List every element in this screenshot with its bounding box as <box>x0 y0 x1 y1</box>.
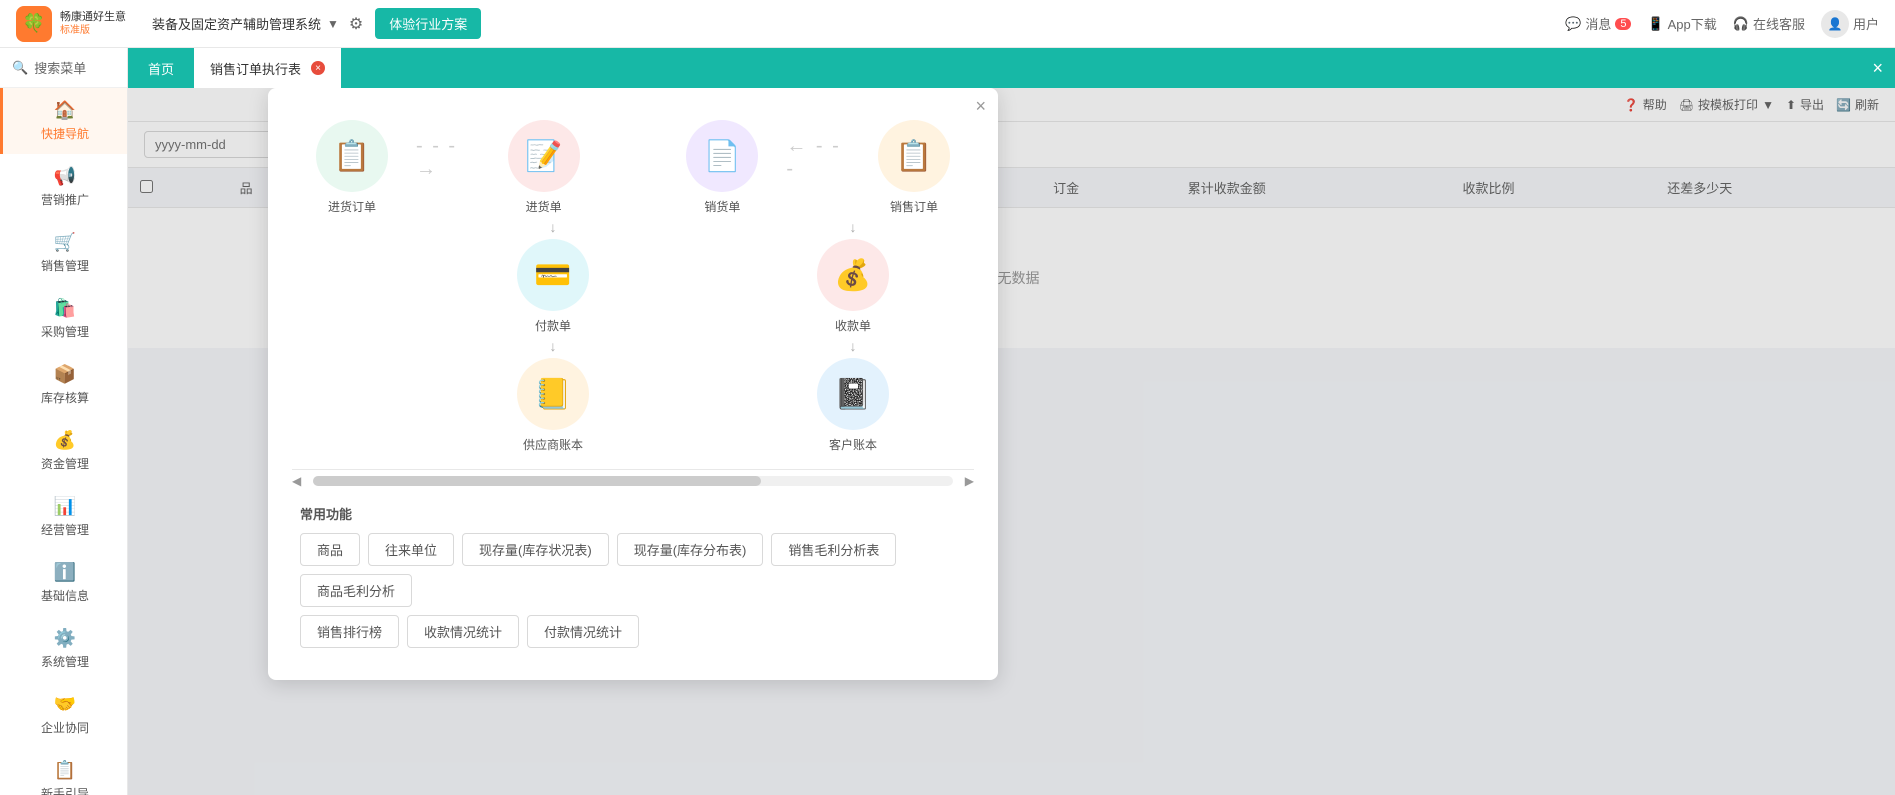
arrow-v1: ↓ <box>550 215 557 239</box>
arrow-v2: ↓ <box>550 334 557 358</box>
payment-out-icon: 💳 <box>517 239 589 311</box>
payment-out-node: 💳 付款单 <box>517 239 589 334</box>
avatar: 👤 <box>1821 10 1849 38</box>
sidebar-item-operation[interactable]: 📊 经营管理 <box>0 484 127 550</box>
purchase-order-icon: 📋 <box>316 120 388 192</box>
logo-area: 🍀 畅康通好生意 标准版 <box>16 6 144 42</box>
sidebar-item-newbie[interactable]: 📋 新手引导 <box>0 748 127 795</box>
scroll-track[interactable] <box>313 476 953 486</box>
purchase-order-node: 📋 进货订单 <box>316 120 388 215</box>
func-btn-stock-dist[interactable]: 现存量(库存分布表) <box>617 533 764 566</box>
top-right-area: 💬 消息 5 📱 App下载 🎧 在线客服 👤 用户 <box>1565 10 1879 38</box>
inventory-icon: 📦 <box>54 364 76 385</box>
supplier-ledger-icon: 📒 <box>517 358 589 430</box>
message-badge: 5 <box>1615 18 1631 30</box>
download-icon: 📱 <box>1647 16 1663 32</box>
common-functions-title: 常用功能 <box>300 504 966 523</box>
sale-bill-node: 📄 销货单 <box>686 120 758 215</box>
app-download-btn[interactable]: 📱 App下载 <box>1647 14 1716 33</box>
sale-order-node: 📋 销售订单 <box>878 120 950 215</box>
sales-icon: 🛒 <box>54 232 76 253</box>
search-menu-btn[interactable]: 🔍 搜索菜单 <box>0 48 127 88</box>
system-dropdown-btn[interactable]: ▼ <box>327 17 339 31</box>
system-icon: ⚙️ <box>54 628 76 649</box>
arrow-v3: ↓ <box>850 215 857 239</box>
customer-ledger-node: 📓 客户账本 <box>817 358 889 453</box>
message-btn[interactable]: 💬 消息 5 <box>1565 14 1631 33</box>
service-icon: 🎧 <box>1733 16 1749 32</box>
basic-icon: ℹ️ <box>54 562 76 583</box>
tab-close-btn[interactable]: × <box>311 61 325 75</box>
func-btn-sales-gross[interactable]: 销售毛利分析表 <box>771 533 896 566</box>
sidebar-item-basic[interactable]: ℹ️ 基础信息 <box>0 550 127 616</box>
close-all-tabs-btn[interactable]: × <box>1860 58 1895 79</box>
supplier-ledger-node: 📒 供应商账本 <box>517 358 589 453</box>
page-content: ❓ 帮助 🖨 按模板打印 ▼ ⬆ 导出 🔄 刷新 <box>128 88 1895 795</box>
sidebar-item-marketing[interactable]: 📢 营销推广 <box>0 154 127 220</box>
sidebar: 🔍 搜索菜单 🏠 快捷导航 📢 营销推广 🛒 销售管理 🛍️ 采购管理 📦 <box>0 48 128 795</box>
system-name: 装备及固定资产辅助管理系统 ▼ ⚙ <box>152 10 367 38</box>
scroll-right-btn[interactable]: ▶ <box>965 474 974 488</box>
func-buttons-row1: 商品 往来单位 现存量(库存状况表) 现存量(库存分布表) 销售毛利分析表 商品… <box>300 533 966 607</box>
home-icon: 🏠 <box>54 100 76 121</box>
gear-icon[interactable]: ⚙ <box>345 10 367 38</box>
sidebar-item-inventory[interactable]: 📦 库存核算 <box>0 352 127 418</box>
content-area: 首页 销售订单执行表 × × ❓ 帮助 🖨 <box>128 48 1895 795</box>
arrow-h2: ← - - - <box>782 135 854 181</box>
online-service-btn[interactable]: 🎧 在线客服 <box>1733 14 1805 33</box>
popup-close-btn[interactable]: × <box>975 96 986 117</box>
sidebar-item-sales[interactable]: 🛒 销售管理 <box>0 220 127 286</box>
func-btn-receipt-stat[interactable]: 收款情况统计 <box>407 615 519 648</box>
popup-dialog: × 📋 进货订单 <box>268 88 998 680</box>
sidebar-item-system[interactable]: ⚙️ 系统管理 <box>0 616 127 682</box>
func-btn-partner[interactable]: 往来单位 <box>368 533 454 566</box>
newbie-icon: 📋 <box>54 760 76 781</box>
func-btn-product-gross[interactable]: 商品毛利分析 <box>300 574 412 607</box>
customer-ledger-icon: 📓 <box>817 358 889 430</box>
tab-bar: 首页 销售订单执行表 × × <box>128 48 1895 88</box>
sidebar-item-quick-nav[interactable]: 🏠 快捷导航 <box>0 88 127 154</box>
purchase-bill-node: 📝 进货单 <box>508 120 580 215</box>
enterprise-icon: 🤝 <box>54 694 76 715</box>
arrow-v4: ↓ <box>850 334 857 358</box>
func-btn-payment-stat[interactable]: 付款情况统计 <box>527 615 639 648</box>
tab-home[interactable]: 首页 <box>128 48 194 88</box>
common-functions-section: 常用功能 商品 往来单位 现存量(库存状况表) 现存量(库存分布表) 销售毛利分… <box>292 492 974 656</box>
sidebar-item-finance[interactable]: 💰 资金管理 <box>0 418 127 484</box>
scroll-area: ◀ ▶ <box>292 469 974 492</box>
sidebar-item-enterprise[interactable]: 🤝 企业协同 <box>0 682 127 748</box>
sale-order-icon: 📋 <box>878 120 950 192</box>
operation-icon: 📊 <box>54 496 76 517</box>
user-menu-btn[interactable]: 👤 用户 <box>1821 10 1879 38</box>
payment-in-node: 💰 收款单 <box>817 239 889 334</box>
sidebar-item-purchase[interactable]: 🛍️ 采购管理 <box>0 286 127 352</box>
brand-text: 畅康通好生意 标准版 <box>60 10 126 37</box>
func-btn-sales-rank[interactable]: 销售排行榜 <box>300 615 399 648</box>
finance-icon: 💰 <box>54 430 76 451</box>
message-icon: 💬 <box>1565 16 1581 32</box>
func-buttons-row2: 销售排行榜 收款情况统计 付款情况统计 <box>300 615 966 648</box>
func-btn-product[interactable]: 商品 <box>300 533 360 566</box>
trial-button[interactable]: 体验行业方案 <box>375 8 481 39</box>
arrow-h1: - - - → <box>412 135 484 181</box>
popup-overlay: × 📋 进货订单 <box>128 88 1895 795</box>
search-icon: 🔍 <box>12 60 28 76</box>
scroll-left-btn[interactable]: ◀ <box>292 474 301 488</box>
payment-in-icon: 💰 <box>817 239 889 311</box>
func-btn-stock-status[interactable]: 现存量(库存状况表) <box>462 533 609 566</box>
marketing-icon: 📢 <box>54 166 76 187</box>
sale-bill-icon: 📄 <box>686 120 758 192</box>
logo-icon: 🍀 <box>16 6 52 42</box>
tab-sales-order[interactable]: 销售订单执行表 × <box>194 48 341 88</box>
scroll-thumb[interactable] <box>313 476 761 486</box>
purchase-icon: 🛍️ <box>54 298 76 319</box>
purchase-bill-icon: 📝 <box>508 120 580 192</box>
